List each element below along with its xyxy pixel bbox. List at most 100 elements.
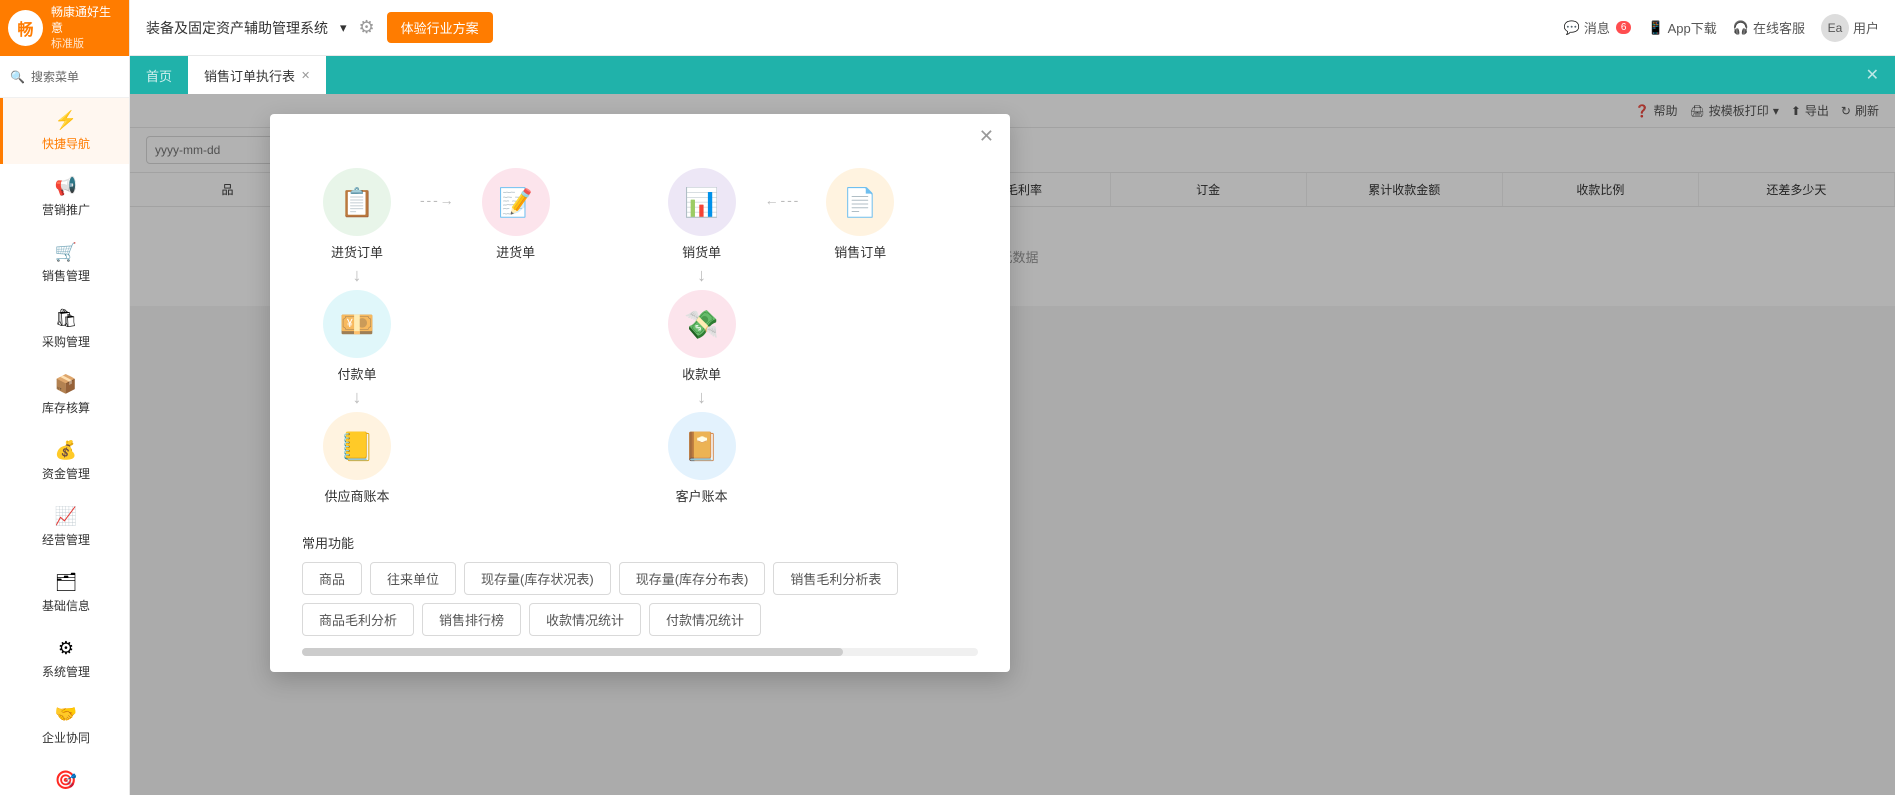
common-btn-0[interactable]: 商品 [302,562,362,595]
sidebar-icon-10: 🎯 [55,770,77,791]
node-payment-in[interactable]: 💸 收款单 [668,290,736,383]
scroll-thumb [302,648,843,656]
sidebar-icon-2: 🛒 [55,242,77,263]
sidebar-item-4[interactable]: 📦 库存核算 [0,362,129,428]
search-menu-button[interactable]: 🔍 搜索菜单 [10,64,119,89]
dashed-arrow-1: - - - → [420,168,453,208]
sidebar-item-6[interactable]: 📈 经营管理 [0,494,129,560]
node-purchase[interactable]: 📝 进货单 [482,168,550,261]
purchase-order-label: 进货订单 [331,242,383,261]
sidebar-icon-5: 💰 [55,440,77,461]
sidebar-item-1[interactable]: 📢 营销推广 [0,164,129,230]
logo-icon: 畅 [8,10,43,46]
node-sale-order[interactable]: 📄 销售订单 [826,168,894,261]
sidebar-label-1: 营销推广 [42,201,90,218]
customer-label: 客户账本 [676,486,728,505]
system-title: 装备及固定资产辅助管理系统 [146,18,328,38]
node-payment-out[interactable]: 💴 付款单 [323,290,391,383]
modal-close-button[interactable]: ✕ [979,126,994,147]
purchase-label: 进货单 [496,242,535,261]
common-buttons-row: 商品往来单位现存量(库存状况表)现存量(库存分布表)销售毛利分析表商品毛利分析销… [302,562,978,636]
common-btn-1[interactable]: 往来单位 [370,562,456,595]
modal-overlay: ✕ 📋 进货订单 ↓ 💴 付款单 ↓ 📒 供应商账本 - - - → 📝 进货单 [130,94,1895,795]
main-area: 装备及固定资产辅助管理系统 ▾ ⚙ 体验行业方案 💬 消息 6 📱 App下载 … [130,0,1895,795]
supplier-label: 供应商账本 [324,486,389,505]
payment-out-label: 付款单 [337,364,376,383]
system-dropdown[interactable]: ▾ [340,20,347,36]
sidebar-label-8: 系统管理 [42,663,90,680]
message-button[interactable]: 💬 消息 6 [1564,18,1632,37]
modal-scrollbar[interactable] [302,648,978,656]
sidebar-icon-4: 📦 [55,374,77,395]
tab-home[interactable]: 首页 [130,56,188,94]
payment-in-circle: 💸 [668,290,736,358]
common-btn-4[interactable]: 销售毛利分析表 [773,562,898,595]
sidebar-label-7: 基础信息 [42,597,90,614]
sidebar-item-8[interactable]: ⚙ 系统管理 [0,626,129,692]
sidebar-nav: ⚡ 快捷导航 📢 营销推广 🛒 销售管理 🛍 采购管理 📦 库存核算 💰 资金管… [0,98,129,795]
dashed-arrow-2: ← - - - [765,168,798,208]
purchase-circle: 📝 [482,168,550,236]
sale-order-label: 销售订单 [834,242,886,261]
app-download-button[interactable]: 📱 App下载 [1647,18,1716,37]
flow-diagram: 📋 进货订单 ↓ 💴 付款单 ↓ 📒 供应商账本 - - - → 📝 进货单 📊… [302,138,978,525]
sidebar-icon-6: 📈 [55,506,77,527]
online-service-button[interactable]: 🎧 在线客服 [1733,18,1805,37]
avatar: Ea [1821,14,1849,42]
node-sale[interactable]: 📊 销货单 [668,168,736,261]
sidebar-search[interactable]: 🔍 搜索菜单 [0,56,129,98]
common-functions-section: 常用功能 商品往来单位现存量(库存状况表)现存量(库存分布表)销售毛利分析表商品… [302,533,978,636]
quick-nav-modal: ✕ 📋 进货订单 ↓ 💴 付款单 ↓ 📒 供应商账本 - - - → 📝 进货单 [270,114,1010,672]
sale-order-circle: 📄 [826,168,894,236]
node-purchase-order[interactable]: 📋 进货订单 [323,168,391,261]
arrow-down-recv: ↓ [697,387,706,408]
tab-close-icon[interactable]: ✕ [301,69,310,82]
sale-circle: 📊 [668,168,736,236]
sidebar-label-2: 销售管理 [42,267,90,284]
sidebar-icon-0: ⚡ [55,110,77,131]
arrow-down-pay: ↓ [353,387,362,408]
common-btn-2[interactable]: 现存量(库存状况表) [464,562,611,595]
logo-text: 畅康通好生意 标准版 [51,4,121,53]
common-btn-3[interactable]: 现存量(库存分布表) [619,562,766,595]
common-btn-5[interactable]: 商品毛利分析 [302,603,414,636]
sidebar-icon-1: 📢 [55,176,77,197]
customer-circle: 📔 [668,412,736,480]
message-icon: 💬 [1564,20,1580,36]
sidebar-icon-9: 🤝 [55,704,77,725]
common-btn-8[interactable]: 付款情况统计 [649,603,761,636]
sidebar-label-3: 采购管理 [42,333,90,350]
sidebar-logo: 畅 畅康通好生意 标准版 [0,0,129,56]
node-supplier-ledger[interactable]: 📒 供应商账本 [323,412,391,505]
sidebar-label-4: 库存核算 [42,399,90,416]
sidebar-label-0: 快捷导航 [42,135,90,152]
sidebar-item-9[interactable]: 🤝 企业协同 [0,692,129,758]
sidebar-item-5[interactable]: 💰 资金管理 [0,428,129,494]
settings-icon[interactable]: ⚙ [359,17,375,38]
content-area: ❓ 帮助 🖨 按模板打印 ▾ ⬆ 导出 ↻ 刷新 [130,94,1895,795]
search-icon: 🔍 [10,70,25,84]
sale-label: 销货单 [682,242,721,261]
trial-button[interactable]: 体验行业方案 [387,12,493,43]
common-functions-title: 常用功能 [302,533,978,552]
common-btn-6[interactable]: 销售排行榜 [422,603,521,636]
sidebar: 畅 畅康通好生意 标准版 🔍 搜索菜单 ⚡ 快捷导航 📢 营销推广 🛒 销售管理… [0,0,130,795]
sidebar-item-2[interactable]: 🛒 销售管理 [0,230,129,296]
sidebar-icon-3: 🛍 [55,308,78,329]
tabbar: 首页 销售订单执行表 ✕ ✕ [130,56,1895,94]
common-btn-7[interactable]: 收款情况统计 [529,603,641,636]
payment-out-circle: 💴 [323,290,391,358]
topbar: 装备及固定资产辅助管理系统 ▾ ⚙ 体验行业方案 💬 消息 6 📱 App下载 … [130,0,1895,56]
topbar-right: 💬 消息 6 📱 App下载 🎧 在线客服 Ea 用户 [1564,14,1879,42]
user-menu[interactable]: Ea 用户 [1821,14,1879,42]
tab-sales-order[interactable]: 销售订单执行表 ✕ [188,56,326,94]
sidebar-icon-7: 🗂 [55,572,78,593]
sidebar-item-10[interactable]: 🎯 新手引导 [0,758,129,795]
node-customer-ledger[interactable]: 📔 客户账本 [668,412,736,505]
sidebar-item-0[interactable]: ⚡ 快捷导航 [0,98,129,164]
sidebar-item-3[interactable]: 🛍 采购管理 [0,296,129,362]
sidebar-item-7[interactable]: 🗂 基础信息 [0,560,129,626]
service-icon: 🎧 [1733,20,1749,36]
message-badge: 6 [1616,21,1632,34]
close-all-tabs-icon[interactable]: ✕ [1866,65,1879,85]
